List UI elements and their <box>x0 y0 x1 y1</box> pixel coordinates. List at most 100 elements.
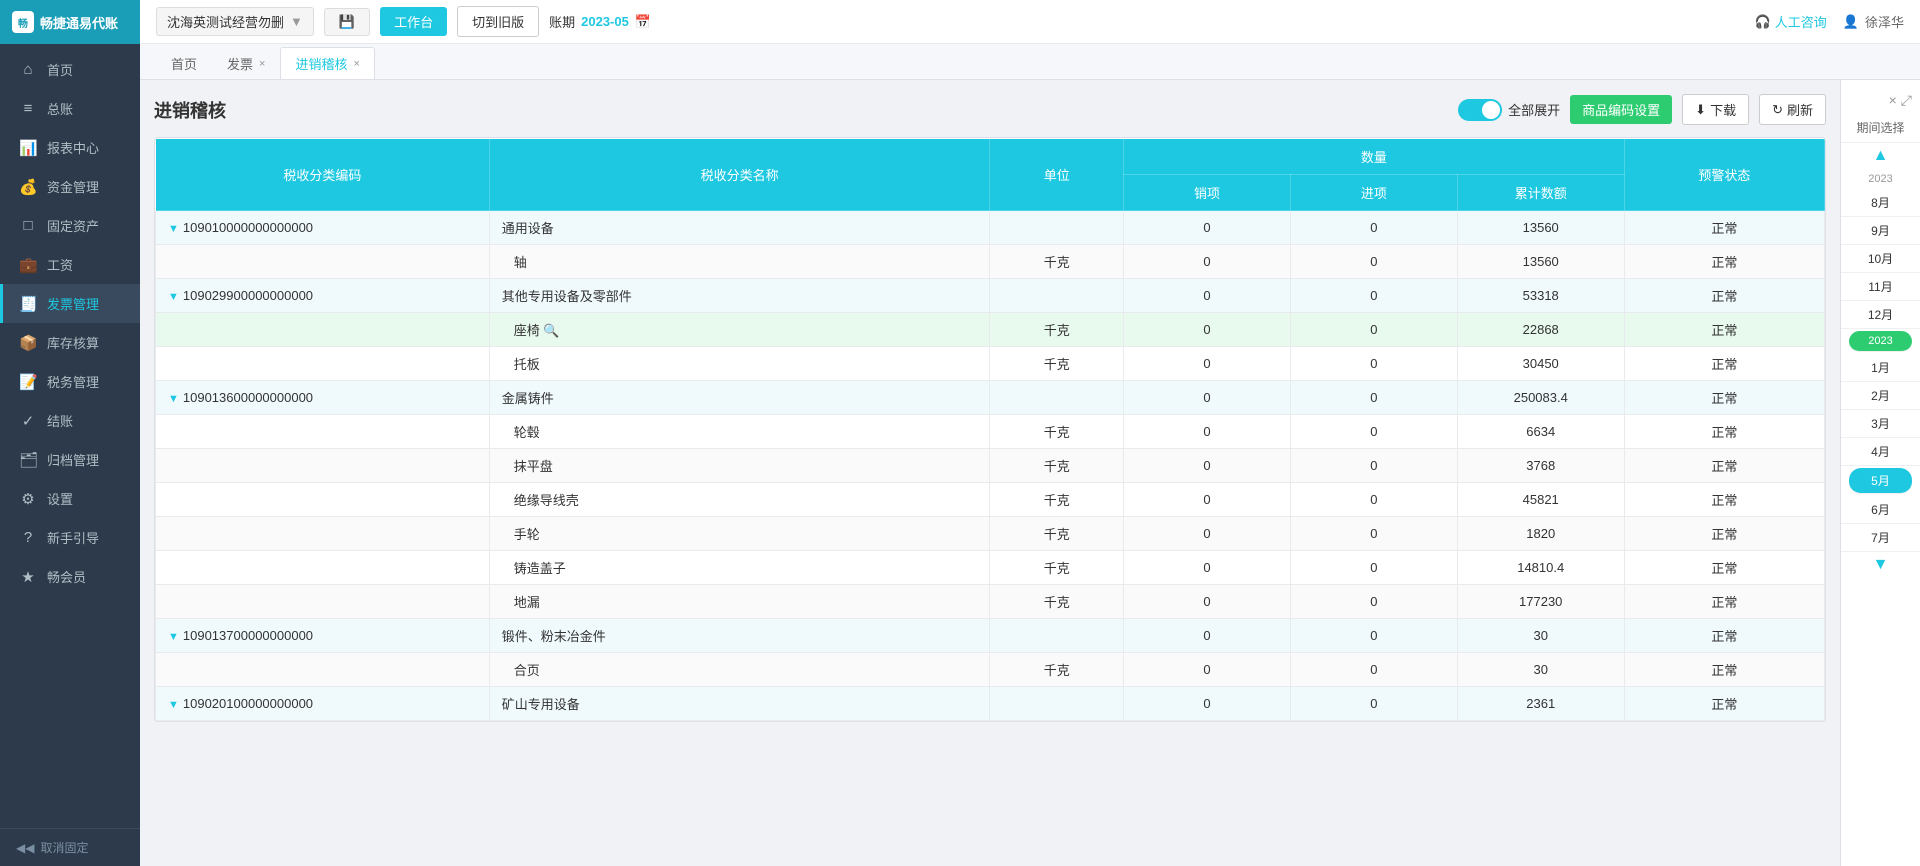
panel-close-icon[interactable]: × <box>1889 92 1897 109</box>
cell-total: 30450 <box>1457 347 1624 381</box>
cell-unit: 千克 <box>990 653 1124 687</box>
tab-sales-check-close[interactable]: × <box>353 58 359 70</box>
period-month-1[interactable]: 1月 <box>1841 354 1920 382</box>
sidebar-item-settings[interactable]: ⚙ 设置 <box>0 479 140 518</box>
panel-expand-icon[interactable]: ⤢ <box>1901 92 1912 109</box>
data-table: 税收分类编码 税收分类名称 单位 数量 预警状态 销项 进项 累计数额 <box>154 137 1826 722</box>
sidebar-item-label: 税务管理 <box>47 372 99 391</box>
cell-total: 6634 <box>1457 415 1624 449</box>
pin-icon: ◀◀ <box>16 841 34 855</box>
period-month-9[interactable]: 9月 <box>1841 217 1920 245</box>
sidebar-item-salary[interactable]: 💼 工资 <box>0 245 140 284</box>
cell-total: 30 <box>1457 619 1624 653</box>
sidebar-item-label: 总账 <box>47 99 73 118</box>
sidebar-item-ledger[interactable]: ≡ 总账 <box>0 89 140 128</box>
tree-collapse-icon[interactable]: ▼ <box>168 631 179 643</box>
cell-total: 22868 <box>1457 313 1624 347</box>
page-title: 进销稽核 <box>154 97 226 123</box>
period-month-5[interactable]: 5月 <box>1849 468 1912 494</box>
cell-status: 正常 <box>1624 687 1824 721</box>
tab-sales-check-label: 进销稽核 <box>295 54 347 73</box>
cell-name: 座椅 🔍 <box>489 313 990 347</box>
save-button[interactable]: 💾 <box>324 8 370 36</box>
period-down-arrow[interactable]: ▼ <box>1841 552 1920 578</box>
cell-total: 45821 <box>1457 483 1624 517</box>
cell-unit: 千克 <box>990 551 1124 585</box>
cell-purchase: 0 <box>1290 483 1457 517</box>
download-button[interactable]: ⬇ 下载 <box>1682 94 1749 125</box>
sidebar-item-label: 归档管理 <box>47 450 99 469</box>
sidebar-item-invoice[interactable]: 🧾 发票管理 <box>0 284 140 323</box>
period-year-label: 2023 <box>1849 331 1912 352</box>
period-month-10[interactable]: 10月 <box>1841 245 1920 273</box>
cell-status: 正常 <box>1624 619 1824 653</box>
sidebar-unpin[interactable]: ◀◀ 取消固定 <box>0 828 140 866</box>
right-panel: × ⤢ 期间选择 ▲ 2023 8月 9月 10月 11月 12月 2023 1… <box>1840 80 1920 866</box>
tree-collapse-icon[interactable]: ▼ <box>168 699 179 711</box>
sidebar-item-member[interactable]: ★ 畅会员 <box>0 557 140 596</box>
tree-collapse-icon[interactable]: ▼ <box>168 223 179 235</box>
service-label: 人工咨询 <box>1775 12 1827 31</box>
user-avatar-icon: 👤 <box>1843 14 1859 30</box>
period-month-7[interactable]: 7月 <box>1841 524 1920 552</box>
sidebar-item-label: 设置 <box>47 489 73 508</box>
sidebar-item-inventory[interactable]: 📦 库存核算 <box>0 323 140 362</box>
cell-total: 1820 <box>1457 517 1624 551</box>
cell-code: ▼109010000000000000 <box>156 211 490 245</box>
cell-name: 通用设备 <box>489 211 990 245</box>
sidebar-item-home[interactable]: ⌂ 首页 <box>0 50 140 89</box>
table-row: 轮毂 千克 0 0 6634 正常 <box>156 415 1825 449</box>
tab-home[interactable]: 首页 <box>156 47 212 79</box>
cell-code: ▼109020100000000000 <box>156 687 490 721</box>
setting-button[interactable]: 商品编码设置 <box>1570 95 1672 124</box>
user-info[interactable]: 👤 徐泽华 <box>1843 12 1904 31</box>
calendar-icon[interactable]: 📅 <box>635 14 651 30</box>
company-selector[interactable]: 沈海英测试经营勿删 ▼ <box>156 7 314 36</box>
sidebar-item-tax[interactable]: 📝 税务管理 <box>0 362 140 401</box>
period-month-12[interactable]: 12月 <box>1841 301 1920 329</box>
cell-name: 铸造盖子 <box>489 551 990 585</box>
cell-unit: 千克 <box>990 415 1124 449</box>
tab-invoice-close[interactable]: × <box>259 58 265 70</box>
sidebar-item-settle[interactable]: ✓ 结账 <box>0 401 140 440</box>
period-up-arrow[interactable]: ▲ <box>1841 143 1920 169</box>
period-month-2[interactable]: 2月 <box>1841 382 1920 410</box>
table-row: 地漏 千克 0 0 177230 正常 <box>156 585 1825 619</box>
cell-code <box>156 585 490 619</box>
workbench-button[interactable]: 工作台 <box>380 7 447 36</box>
period-month-4[interactable]: 4月 <box>1841 438 1920 466</box>
cell-status: 正常 <box>1624 517 1824 551</box>
sidebar-item-funds[interactable]: 💰 资金管理 <box>0 167 140 206</box>
sidebar-item-assets[interactable]: □ 固定资产 <box>0 206 140 245</box>
sidebar-item-reports[interactable]: 📊 报表中心 <box>0 128 140 167</box>
period-month-8[interactable]: 8月 <box>1841 189 1920 217</box>
tab-invoice[interactable]: 发票 × <box>212 47 280 79</box>
download-icon: ⬇ <box>1695 102 1706 118</box>
cell-code <box>156 483 490 517</box>
period-month-3[interactable]: 3月 <box>1841 410 1920 438</box>
tree-collapse-icon[interactable]: ▼ <box>168 291 179 303</box>
col-header-status: 预警状态 <box>1624 139 1824 211</box>
sidebar-item-guide[interactable]: ? 新手引导 <box>0 518 140 557</box>
tab-sales-check[interactable]: 进销稽核 × <box>280 47 374 79</box>
sidebar-item-label: 发票管理 <box>47 294 99 313</box>
sidebar-item-archive[interactable]: 🗂 归档管理 <box>0 440 140 479</box>
tree-collapse-icon[interactable]: ▼ <box>168 393 179 405</box>
cell-status: 正常 <box>1624 585 1824 619</box>
service-button[interactable]: 🎧 人工咨询 <box>1755 12 1827 31</box>
app-name: 畅捷通易代账 <box>40 13 118 32</box>
cell-status: 正常 <box>1624 653 1824 687</box>
sidebar-item-label: 资金管理 <box>47 177 99 196</box>
period-month-6[interactable]: 6月 <box>1841 496 1920 524</box>
expand-toggle[interactable] <box>1458 99 1502 121</box>
toggle-knob <box>1482 101 1500 119</box>
search-icon[interactable]: 🔍 <box>543 323 559 338</box>
cell-status: 正常 <box>1624 279 1824 313</box>
cell-unit <box>990 279 1124 313</box>
cell-unit: 千克 <box>990 245 1124 279</box>
cell-name: 矿山专用设备 <box>489 687 990 721</box>
cell-status: 正常 <box>1624 381 1824 415</box>
switch-button[interactable]: 切到旧版 <box>457 6 539 37</box>
period-month-11[interactable]: 11月 <box>1841 273 1920 301</box>
refresh-button[interactable]: ↻ 刷新 <box>1759 94 1826 125</box>
